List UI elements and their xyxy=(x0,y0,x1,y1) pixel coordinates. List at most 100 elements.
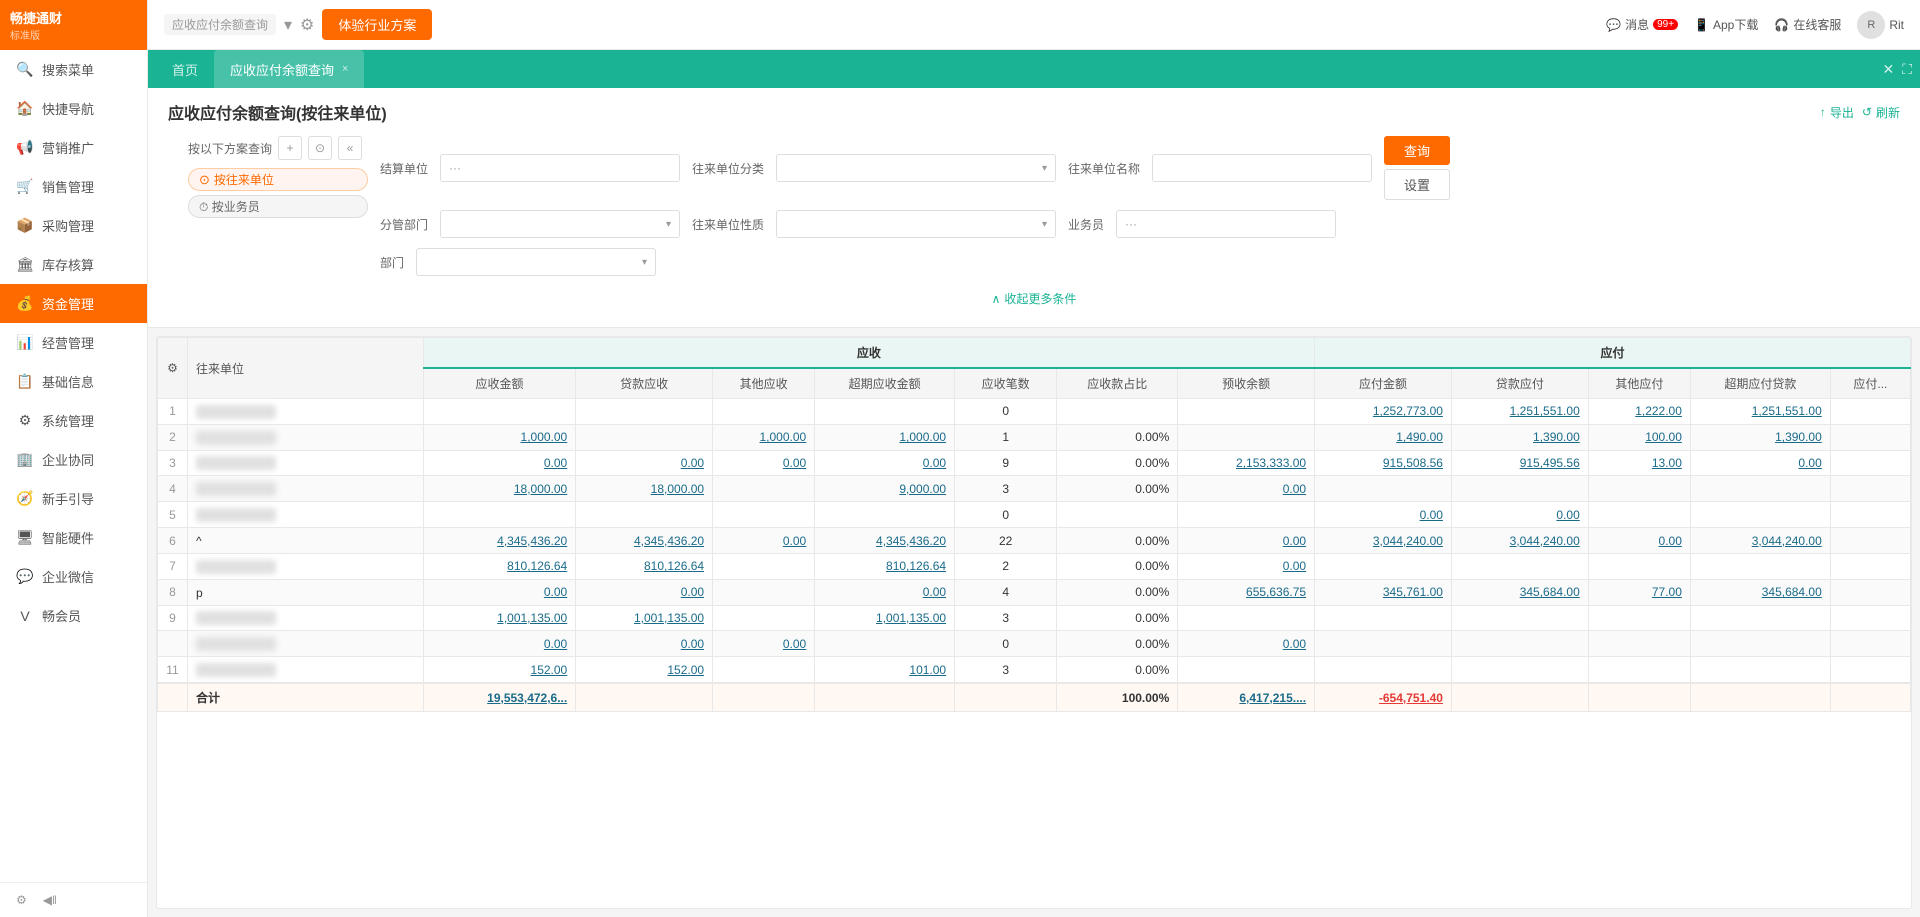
th-gear[interactable]: ⚙ xyxy=(158,338,188,399)
tab-bar: 首页 应收应付余额查询 × ✕ ⛶ xyxy=(148,50,1920,88)
row-seq: 6 xyxy=(158,528,188,554)
th-ar-loan: 贷款应收 xyxy=(576,368,713,399)
setting-button[interactable]: 设置 xyxy=(1384,169,1450,200)
sidebar-item-inventory[interactable]: 🏛 库存核算 xyxy=(0,245,147,284)
sidebar-item-operation[interactable]: 📊 经营管理 xyxy=(0,323,147,362)
scheme-tag-salesman[interactable]: ⏱ 按业务员 xyxy=(188,195,368,218)
sidebar-item-basic[interactable]: 📋 基础信息 xyxy=(0,362,147,401)
sidebar-item-system[interactable]: ⚙ 系统管理 xyxy=(0,401,147,440)
breadcrumb: 应收应付余额查询 xyxy=(164,14,276,35)
th-ar-ratio: 应收款占比 xyxy=(1057,368,1178,399)
wechat-icon: 💬 xyxy=(16,568,34,585)
total-label-cell xyxy=(158,683,188,712)
total-ap[interactable]: -654,751.40 xyxy=(1315,683,1452,712)
sidebar-item-hardware[interactable]: 🖥 智能硬件 xyxy=(0,518,147,557)
th-partner: 往来单位 xyxy=(188,338,424,399)
partner-name-input[interactable] xyxy=(1152,154,1372,182)
filter-area: 按以下方案查询 + ⊙ « ⊙ 按往来单位 xyxy=(168,136,1900,327)
row-partner xyxy=(188,399,424,425)
sidebar-collapse-icon[interactable]: ◀‖ xyxy=(43,893,57,907)
salesman-input[interactable]: ··· xyxy=(1116,210,1336,238)
collapse-row: ∧ 收起更多条件 xyxy=(188,286,1880,315)
sidebar-item-marketing[interactable]: 📢 营销推广 xyxy=(0,128,147,167)
scheme-collapse-btn[interactable]: « xyxy=(338,136,362,160)
filter-row-2: 分管部门 ▾ 往来单位性质 ▾ 业务员 ··· xyxy=(380,210,1880,238)
sidebar-item-sales[interactable]: 🛒 销售管理 xyxy=(0,167,147,206)
online-service-action[interactable]: 🎧 在线客服 xyxy=(1774,16,1841,33)
row-partner xyxy=(188,424,424,450)
th-ap-more: 应付... xyxy=(1830,368,1910,399)
tab-maximize-icon[interactable]: ⛶ xyxy=(1902,61,1912,78)
sidebar-item-quicknav[interactable]: 🏠 快捷导航 xyxy=(0,89,147,128)
department-select[interactable]: ▾ xyxy=(416,248,656,276)
row-partner xyxy=(188,553,424,579)
row-partner xyxy=(188,476,424,502)
row-seq: 4 xyxy=(158,476,188,502)
row-seq: 5 xyxy=(158,502,188,528)
app-name: 畅捷通财 xyxy=(10,8,62,27)
user-avatar: R xyxy=(1857,11,1885,39)
scheme-label: 按以下方案查询 xyxy=(188,140,272,157)
collapse-more-btn[interactable]: ∧ 收起更多条件 xyxy=(992,290,1077,307)
th-ap-other: 其他应付 xyxy=(1588,368,1690,399)
user-profile[interactable]: R Rit xyxy=(1857,11,1904,39)
label-partner-category: 往来单位分类 xyxy=(692,160,764,177)
query-button[interactable]: 查询 xyxy=(1384,136,1450,165)
partner-category-select[interactable]: ▾ xyxy=(776,154,1056,182)
table-row: 418,000.0018,000.009,000.0030.00%0.00 xyxy=(158,476,1911,502)
settlement-unit-input[interactable]: ··· xyxy=(440,154,680,182)
sidebar-item-search[interactable]: 🔍 搜索菜单 xyxy=(0,50,147,89)
sidebar-item-finance[interactable]: 💰 资金管理 xyxy=(0,284,147,323)
header-right: 💬 消息 99+ 📱 App下载 🎧 在线客服 R Rit xyxy=(1606,11,1904,39)
header-gear-icon[interactable]: ⚙ xyxy=(300,15,314,35)
table-row: 500.000.00 xyxy=(158,502,1911,528)
total-ar-advance[interactable]: 6,417,215.... xyxy=(1178,683,1315,712)
table-settings-icon[interactable]: ⚙ xyxy=(167,361,178,375)
sidebar-settings-icon[interactable]: ⚙ xyxy=(16,893,27,907)
sidebar-item-enterprise[interactable]: 🏢 企业协同 xyxy=(0,440,147,479)
export-button[interactable]: ↑ 导出 xyxy=(1820,104,1854,121)
tab-ar-query[interactable]: 应收应付余额查询 × xyxy=(214,50,364,88)
operation-icon: 📊 xyxy=(16,334,34,351)
label-partner-name: 往来单位名称 xyxy=(1068,160,1140,177)
refresh-button[interactable]: ↺ 刷新 xyxy=(1862,104,1900,121)
table-total-row: 合计 19,553,472,6... 100.00% 6,417,215....… xyxy=(158,683,1911,712)
row-seq: 3 xyxy=(158,450,188,476)
app-download-action[interactable]: 📱 App下载 xyxy=(1694,16,1758,33)
basic-icon: 📋 xyxy=(16,373,34,390)
breadcrumb-dropdown-btn[interactable]: ▾ xyxy=(284,15,292,35)
dept-select[interactable]: ▾ xyxy=(440,210,680,238)
row-partner xyxy=(188,631,424,657)
tab-bar-right: ✕ ⛶ xyxy=(1882,61,1912,78)
tab-close-icon[interactable]: × xyxy=(342,63,348,75)
messages-action[interactable]: 💬 消息 99+ xyxy=(1606,16,1678,33)
add-scheme-btn[interactable]: + xyxy=(278,136,302,160)
trial-button[interactable]: 体验行业方案 xyxy=(322,9,432,40)
table-container[interactable]: ⚙ 往来单位 应收 应付 应收金额 贷款应收 其他应收 超期应收金额 应收笔数 xyxy=(156,336,1912,909)
row-partner xyxy=(188,502,424,528)
sidebar-item-guide[interactable]: 🧭 新手引导 xyxy=(0,479,147,518)
tab-home[interactable]: 首页 xyxy=(156,50,214,88)
total-ar[interactable]: 19,553,472,6... xyxy=(423,683,576,712)
page-title-row: 应收应付余额查询(按往来单位) ↑ 导出 ↺ 刷新 xyxy=(168,100,1900,124)
th-ar-overdue: 超期应收金额 xyxy=(815,368,955,399)
partner-nature-select[interactable]: ▾ xyxy=(776,210,1056,238)
refresh-icon: ↺ xyxy=(1862,105,1872,119)
total-ar-ratio: 100.00% xyxy=(1057,683,1178,712)
sidebar-item-wechat[interactable]: 💬 企业微信 xyxy=(0,557,147,596)
sidebar-item-vip[interactable]: V 畅会员 xyxy=(0,596,147,635)
th-ar-amount: 应收金额 xyxy=(423,368,576,399)
label-partner-nature: 往来单位性质 xyxy=(692,216,764,233)
table-row: 0.000.000.0000.00%0.00 xyxy=(158,631,1911,657)
page-actions: ↑ 导出 ↺ 刷新 xyxy=(1820,104,1900,121)
table-row: 101,252,773.001,251,551.001,222.001,251,… xyxy=(158,399,1911,425)
scheme-settings-btn[interactable]: ⊙ xyxy=(308,136,332,160)
sidebar-item-purchase[interactable]: 📦 采购管理 xyxy=(0,206,147,245)
query-action-col: 查询 设置 xyxy=(1384,136,1450,200)
row-partner: p xyxy=(188,579,424,605)
system-icon: ⚙ xyxy=(16,412,34,429)
th-ar-other: 其他应收 xyxy=(713,368,815,399)
scheme-tag-partner[interactable]: ⊙ 按往来单位 xyxy=(188,168,368,191)
collapse-up-icon: ∧ xyxy=(992,292,1001,306)
tab-close-window-icon[interactable]: ✕ xyxy=(1882,61,1894,78)
